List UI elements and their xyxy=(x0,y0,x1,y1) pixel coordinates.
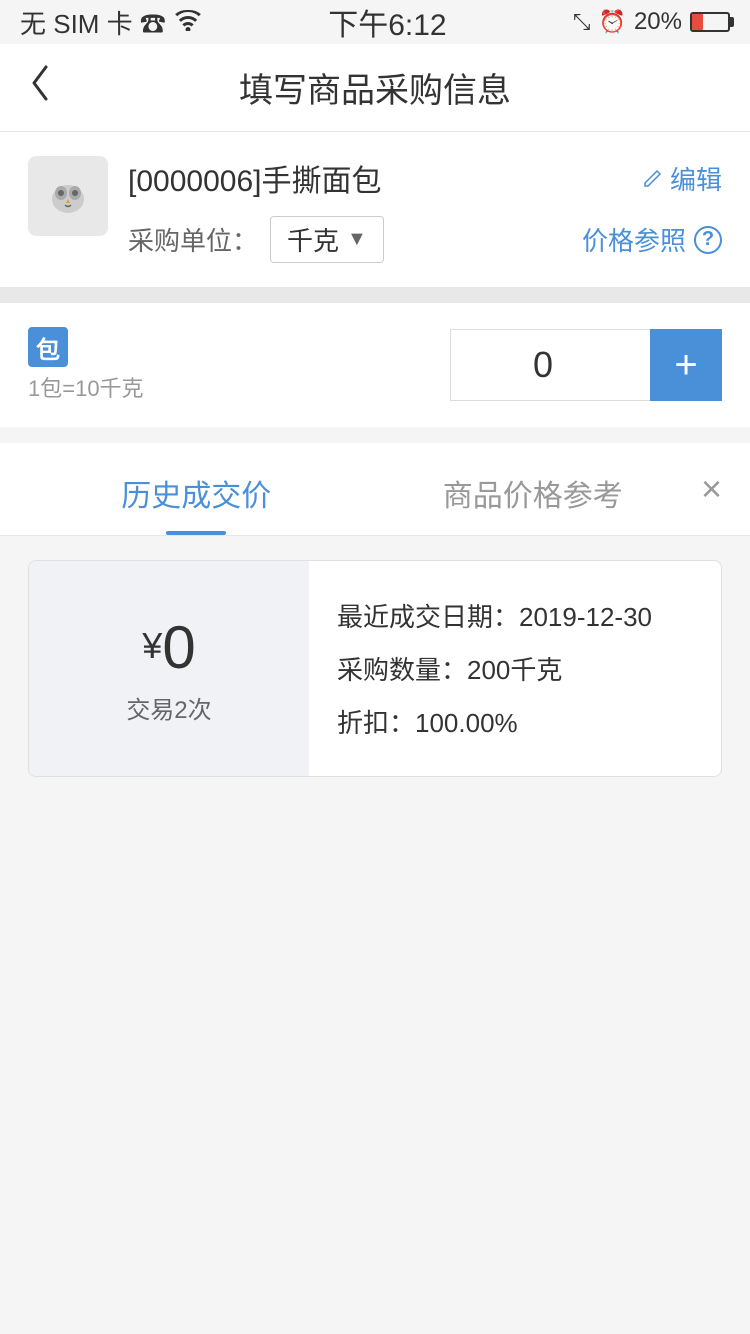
price-card: ¥0 交易2次 最近成交日期：2019-12-30 采购数量：200千克 折扣：… xyxy=(28,560,722,777)
status-left: 无 SIM 卡 ☎ xyxy=(20,4,202,41)
discount-value: 100.00% xyxy=(415,708,518,738)
product-name-row: [0000006]手撕面包 编辑 xyxy=(128,156,722,200)
recent-date-label: 最近成交日期： xyxy=(337,602,519,632)
tabs-row: 历史成交价 商品价格参考 × xyxy=(0,443,750,536)
battery-icon xyxy=(690,12,730,32)
battery-pct: 20% xyxy=(634,8,682,36)
quantity-detail-label: 采购数量： xyxy=(337,655,467,685)
amount-value: 0 xyxy=(162,614,195,681)
sim-label: 无 SIM 卡 ☎ xyxy=(20,4,166,41)
quantity-unit-row: 包 xyxy=(28,327,144,367)
nav-bar: 填写商品采购信息 xyxy=(0,44,750,132)
status-right: ⤡ ⏰ 20% xyxy=(573,8,730,36)
price-ref-button[interactable]: 价格参照 ? xyxy=(582,221,722,258)
quantity-row: 包 1包=10千克 + xyxy=(0,303,750,427)
unit-row: 采购单位： 千克 ▼ 价格参照 ? xyxy=(128,216,722,263)
quantity-label: 包 1包=10千克 xyxy=(28,327,144,403)
quantity-detail-value: 200千克 xyxy=(467,655,562,685)
status-time: 下午6:12 xyxy=(328,0,446,44)
help-icon: ? xyxy=(694,226,722,254)
quantity-input-wrap: + xyxy=(450,329,722,401)
recent-date-row: 最近成交日期：2019-12-30 xyxy=(337,597,693,634)
product-logo xyxy=(28,156,108,236)
product-card: [0000006]手撕面包 编辑 采购单位： 千克 ▼ 价格参照 ? xyxy=(0,132,750,287)
unit-icon: 包 xyxy=(28,327,68,367)
status-bar: 无 SIM 卡 ☎ 下午6:12 ⤡ ⏰ 20% xyxy=(0,0,750,44)
wifi-icon xyxy=(174,7,202,38)
location-icon: ⤡ xyxy=(573,9,591,35)
quantity-plus-button[interactable]: + xyxy=(650,329,722,401)
unit-label: 采购单位： xyxy=(128,221,258,258)
unit-value: 千克 xyxy=(287,221,339,258)
quantity-detail-row: 采购数量：200千克 xyxy=(337,650,693,687)
back-button[interactable] xyxy=(28,63,52,113)
edit-button[interactable]: 编辑 xyxy=(642,160,722,197)
currency-symbol: ¥ xyxy=(142,625,162,667)
unit-select[interactable]: 千克 ▼ xyxy=(270,216,384,263)
section-divider xyxy=(0,287,750,303)
tab-product-price-ref[interactable]: 商品价格参考 xyxy=(364,443,700,535)
recent-date-value: 2019-12-30 xyxy=(519,602,652,632)
page-title: 填写商品采购信息 xyxy=(239,63,511,112)
tab-close-button[interactable]: × xyxy=(701,448,722,530)
product-name: [0000006]手撕面包 xyxy=(128,156,381,200)
alarm-icon: ⏰ xyxy=(599,9,626,35)
unit-dropdown-icon: ▼ xyxy=(347,228,367,251)
price-card-section: ¥0 交易2次 最近成交日期：2019-12-30 采购数量：200千克 折扣：… xyxy=(0,536,750,801)
price-card-right: 最近成交日期：2019-12-30 采购数量：200千克 折扣：100.00% xyxy=(309,561,721,776)
quantity-input[interactable] xyxy=(450,329,650,401)
price-card-left: ¥0 交易2次 xyxy=(29,561,309,776)
price-ref-label: 价格参照 xyxy=(582,221,686,258)
main-content: 历史成交价 商品价格参考 × ¥0 交易2次 最近成交日期：2019-12-30… xyxy=(0,443,750,1043)
price-amount: ¥0 xyxy=(142,613,195,682)
product-info: [0000006]手撕面包 编辑 采购单位： 千克 ▼ 价格参照 ? xyxy=(128,156,722,263)
transaction-count: 交易2次 xyxy=(126,690,211,725)
discount-row: 折扣：100.00% xyxy=(337,703,693,740)
quantity-equiv: 1包=10千克 xyxy=(28,371,144,403)
discount-label: 折扣： xyxy=(337,708,415,738)
tab-history-price[interactable]: 历史成交价 xyxy=(28,443,364,535)
